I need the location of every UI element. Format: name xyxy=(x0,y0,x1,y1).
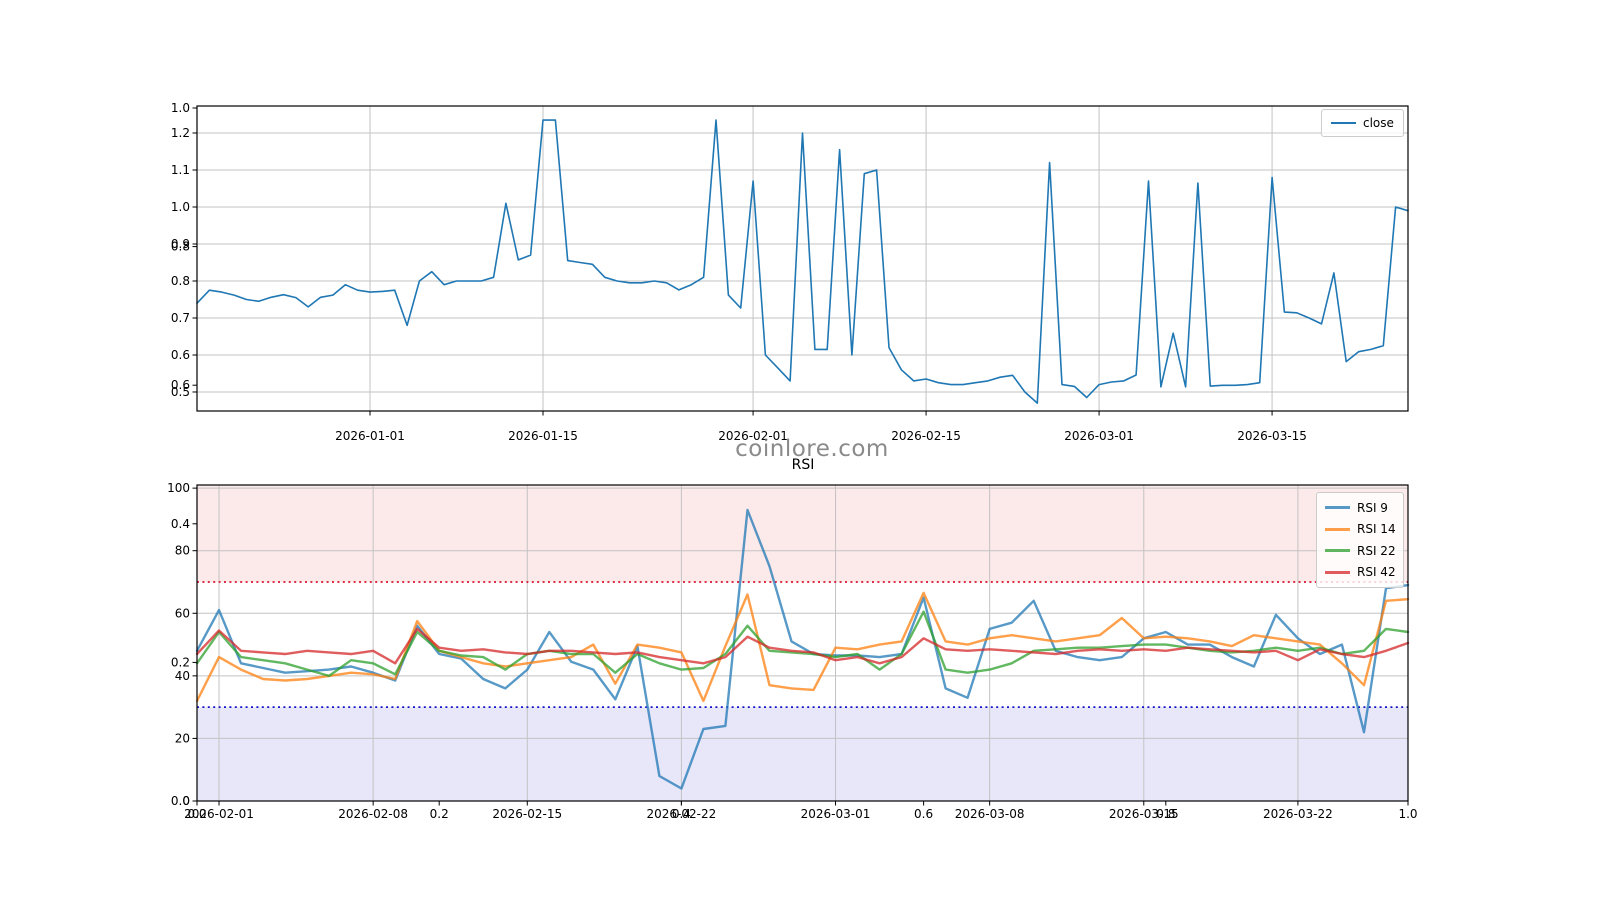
y-tick-label: 80 xyxy=(175,544,190,558)
rsi9-line-swatch xyxy=(1325,506,1350,510)
x-tick-label: 2026-02-15 xyxy=(891,429,961,443)
overlay-y-tick-label: 0.8 xyxy=(171,240,190,254)
legend-row-rsi22: RSI 22 xyxy=(1325,540,1403,562)
overlay-x-tick-label: 0.4 xyxy=(672,807,691,821)
y-tick-label: 0.8 xyxy=(171,274,190,288)
axes-spines xyxy=(196,105,1409,412)
overlay-x-tick-label: 0.0 xyxy=(187,807,206,821)
x-tick-label: 2026-03-01 xyxy=(801,807,871,821)
overlay-y-tick-label: 0.2 xyxy=(171,655,190,669)
overlay-y-tick-label: 0.0 xyxy=(171,794,190,808)
x-tick-label: 2026-02-08 xyxy=(338,807,408,821)
overlay-x-tick-label: 0.8 xyxy=(1156,807,1175,821)
rsi-legend: RSI 9 RSI 14 RSI 22 RSI 42 xyxy=(1316,492,1404,588)
y-tick-label: 40 xyxy=(175,669,190,683)
series-line-close xyxy=(196,119,1409,404)
legend-row-rsi9: RSI 9 xyxy=(1325,497,1403,519)
legend-row-rsi42: RSI 42 xyxy=(1325,562,1403,584)
x-tick-label: 2026-03-08 xyxy=(955,807,1025,821)
y-tick-label: 100 xyxy=(167,481,190,495)
x-tick-label: 2026-01-15 xyxy=(508,429,578,443)
y-tick-label: 0.6 xyxy=(171,348,190,362)
price-legend: close xyxy=(1321,109,1404,137)
overlay-y-tick-label: 0.6 xyxy=(171,378,190,392)
legend-label-rsi22: RSI 22 xyxy=(1357,543,1396,558)
y-tick-label: 20 xyxy=(175,731,190,745)
rsi-chart-title: RSI xyxy=(791,457,815,473)
legend-label-close: close xyxy=(1363,116,1394,130)
legend-row-close: close xyxy=(1331,112,1394,134)
legend-label-rsi42: RSI 42 xyxy=(1357,565,1396,580)
y-tick-label: 1.2 xyxy=(171,126,190,140)
x-tick-label: 2026-03-15 xyxy=(1237,429,1307,443)
oversold-band xyxy=(197,707,1408,801)
y-tick-label: 0.7 xyxy=(171,311,190,325)
legend-label-rsi14: RSI 14 xyxy=(1357,522,1396,537)
legend-row-rsi14: RSI 14 xyxy=(1325,519,1403,541)
x-tick-label: 2026-03-22 xyxy=(1263,807,1333,821)
overlay-y-tick-label: 1.0 xyxy=(171,101,190,115)
x-tick-label: 2026-01-01 xyxy=(335,429,405,443)
rsi42-line-swatch xyxy=(1325,570,1350,574)
overlay-y-tick-label: 0.4 xyxy=(171,517,190,531)
y-tick-label: 60 xyxy=(175,606,190,620)
overbought-band xyxy=(197,485,1408,582)
x-tick-label: 2026-02-15 xyxy=(492,807,562,821)
overlay-x-tick-label: 0.2 xyxy=(430,807,449,821)
overlay-x-tick-label: 0.6 xyxy=(914,807,933,821)
rsi22-line-swatch xyxy=(1325,549,1350,553)
x-tick-label: 2026-03-01 xyxy=(1064,429,1134,443)
y-tick-label: 1.0 xyxy=(171,200,190,214)
overlay-x-tick-label: 1.0 xyxy=(1398,807,1417,821)
y-tick-label: 1.1 xyxy=(171,163,190,177)
legend-label-rsi9: RSI 9 xyxy=(1357,500,1388,515)
close-line-swatch xyxy=(1331,122,1356,124)
rsi14-line-swatch xyxy=(1325,527,1350,531)
figure: 2026-01-01 2026-01-15 2026-02-01 2026-02-15… xyxy=(0,0,1600,900)
